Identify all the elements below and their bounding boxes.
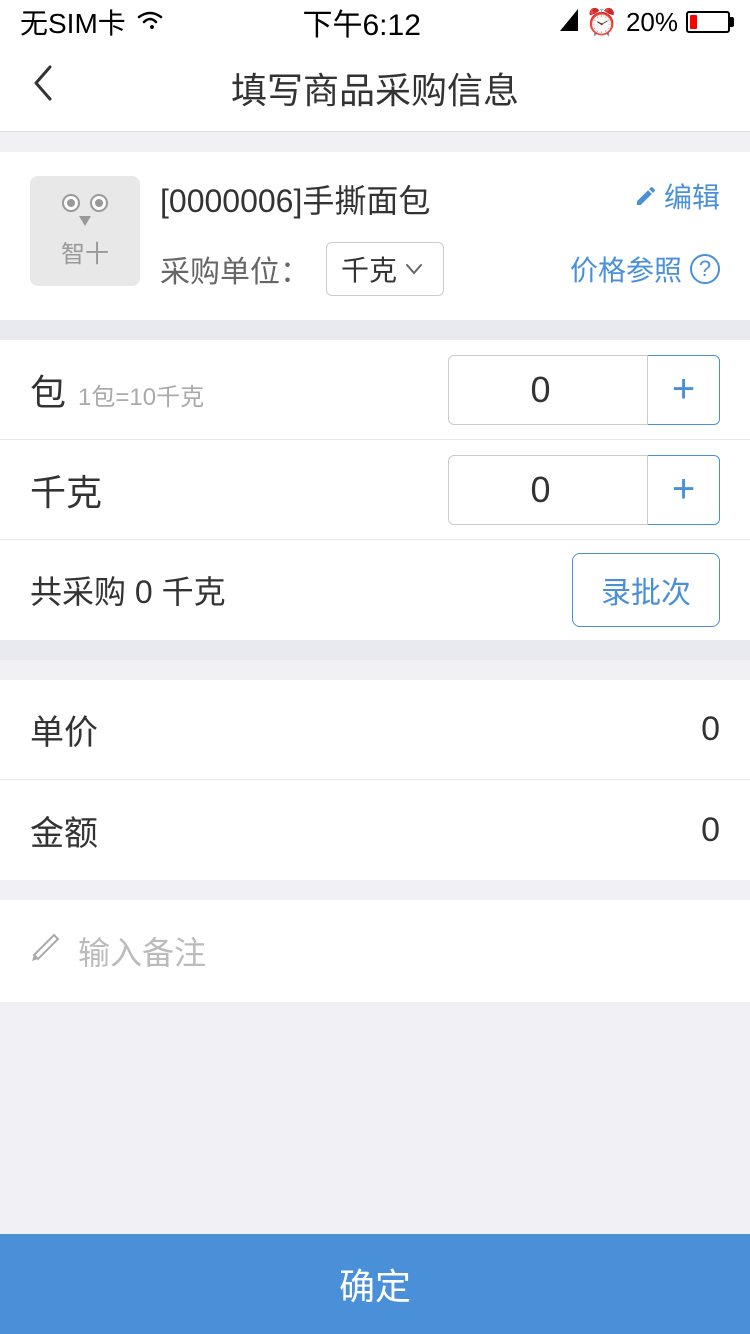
price-ref-icon: ? bbox=[690, 254, 720, 284]
summary-row: 共采购 0 千克 录批次 bbox=[0, 540, 750, 640]
product-image: 智十 bbox=[30, 176, 140, 286]
page-title: 填写商品采购信息 bbox=[231, 62, 519, 114]
kg-input-row: 千克 + bbox=[0, 440, 750, 540]
product-name: [0000006]手撕面包 bbox=[160, 176, 634, 222]
amount-label: 金额 bbox=[30, 806, 98, 855]
unit-label: 采购单位： bbox=[160, 247, 310, 291]
unit-select[interactable]: 千克 bbox=[326, 242, 444, 296]
logo-text: 智十 bbox=[61, 234, 109, 269]
bottom-spacer bbox=[0, 1002, 750, 1142]
product-header: [0000006]手撕面包 编辑 bbox=[160, 176, 720, 222]
pencil-icon bbox=[30, 931, 62, 971]
purchase-unit-row: 采购单位： 千克 价格参照 ? bbox=[160, 242, 720, 296]
kg-plus-button[interactable]: + bbox=[648, 455, 720, 525]
section-divider-2 bbox=[0, 640, 750, 660]
product-card: 智十 [0000006]手撕面包 编辑 采购单位： 千克 价格参照 bbox=[0, 152, 750, 320]
kg-input[interactable] bbox=[448, 455, 648, 525]
bao-label-group: 包 1包=10千克 bbox=[30, 364, 204, 416]
owl-left-pupil bbox=[67, 199, 75, 207]
price-ref-label: 价格参照 bbox=[570, 249, 682, 289]
note-section[interactable]: 输入备注 bbox=[0, 900, 750, 1002]
bao-field-wrapper: + bbox=[448, 355, 720, 425]
amount-value: 0 bbox=[701, 811, 720, 850]
note-placeholder: 输入备注 bbox=[78, 928, 206, 974]
unit-price-label: 单价 bbox=[30, 705, 98, 754]
record-batch-button[interactable]: 录批次 bbox=[572, 553, 720, 627]
product-title: 手撕面包 bbox=[302, 183, 430, 219]
kg-main-label: 千克 bbox=[30, 464, 102, 516]
bao-main-label: 包 bbox=[30, 364, 66, 416]
owl-left-eye bbox=[62, 194, 80, 212]
owl-right-pupil bbox=[95, 199, 103, 207]
confirm-label: 确定 bbox=[339, 1258, 411, 1310]
alarm-icon: ⏰ bbox=[586, 7, 618, 38]
edit-label: 编辑 bbox=[664, 176, 720, 216]
section-divider-1 bbox=[0, 320, 750, 340]
owl-right-eye bbox=[90, 194, 108, 212]
bao-input-row: 包 1包=10千克 + bbox=[0, 340, 750, 440]
battery-text: 20% bbox=[626, 7, 678, 38]
edit-button[interactable]: 编辑 bbox=[634, 176, 720, 216]
carrier-text: 无SIM卡 bbox=[20, 2, 126, 42]
back-button[interactable] bbox=[0, 63, 84, 112]
owl-eyes-decor bbox=[62, 194, 108, 212]
unit-price-value: 0 bbox=[701, 710, 720, 749]
summary-text: 共采购 0 千克 bbox=[30, 567, 226, 613]
kg-field-wrapper: + bbox=[448, 455, 720, 525]
price-section: 单价 0 金额 0 bbox=[0, 680, 750, 880]
wifi-icon bbox=[136, 6, 164, 38]
status-bar: 无SIM卡 下午6:12 ⏰ 20% bbox=[0, 0, 750, 44]
bao-input[interactable] bbox=[448, 355, 648, 425]
input-section: 包 1包=10千克 + 千克 + 共采购 0 千克 录批次 bbox=[0, 340, 750, 640]
battery-icon bbox=[686, 11, 730, 33]
unit-price-row: 单价 0 bbox=[0, 680, 750, 780]
status-right: ⏰ 20% bbox=[560, 7, 730, 38]
product-info: [0000006]手撕面包 编辑 采购单位： 千克 价格参照 ? bbox=[160, 176, 720, 296]
confirm-button[interactable]: 确定 bbox=[0, 1234, 750, 1334]
nav-bar: 填写商品采购信息 bbox=[0, 44, 750, 132]
location-icon bbox=[560, 7, 578, 38]
bao-plus-button[interactable]: + bbox=[648, 355, 720, 425]
status-time: 下午6:12 bbox=[302, 0, 420, 44]
kg-label-group: 千克 bbox=[30, 464, 190, 516]
unit-value: 千克 bbox=[341, 249, 397, 289]
amount-row: 金额 0 bbox=[0, 780, 750, 880]
price-ref-button[interactable]: 价格参照 ? bbox=[570, 249, 720, 289]
owl-beak-decor bbox=[79, 216, 91, 226]
product-code: [0000006] bbox=[160, 183, 302, 219]
status-left: 无SIM卡 bbox=[20, 2, 164, 42]
battery-fill bbox=[690, 15, 697, 29]
bao-sub-label: 1包=10千克 bbox=[78, 377, 204, 412]
